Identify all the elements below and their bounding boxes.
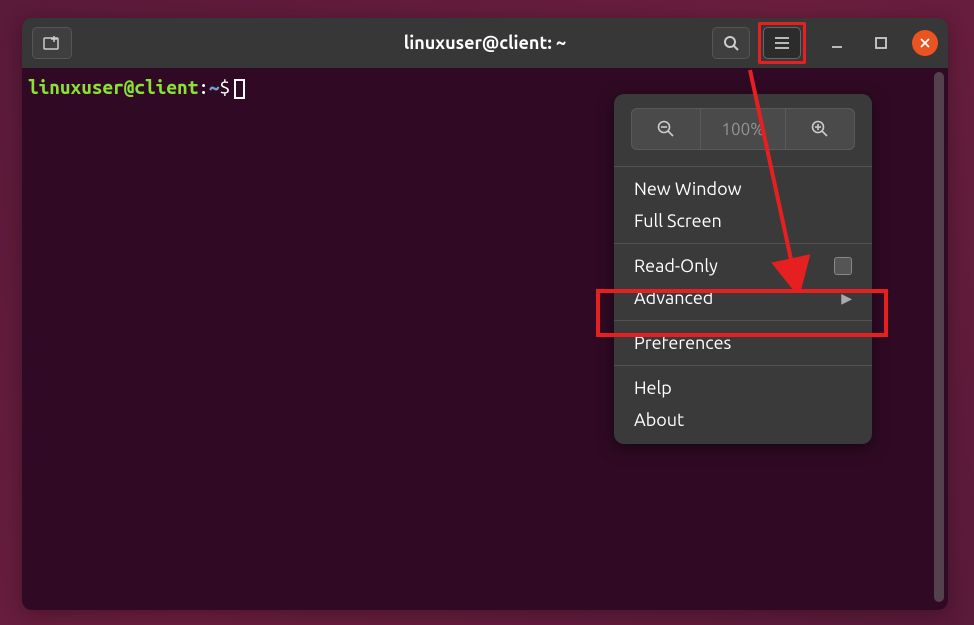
search-button[interactable] [712, 27, 750, 59]
menu-item-about[interactable]: About [614, 404, 872, 436]
menu-label-preferences: Preferences [634, 333, 731, 353]
header-right-controls [712, 22, 938, 64]
menu-divider [614, 243, 872, 244]
menu-divider [614, 365, 872, 366]
read-only-checkbox[interactable] [834, 257, 852, 275]
prompt-user-host: linuxuser@client [28, 76, 198, 98]
zoom-in-button[interactable] [785, 108, 855, 150]
minimize-button[interactable] [824, 30, 850, 56]
prompt-symbol: $ [220, 76, 231, 98]
menu-label-advanced: Advanced [634, 288, 713, 308]
menu-label-read-only: Read-Only [634, 256, 718, 276]
prompt-path: ~ [209, 76, 220, 98]
menu-label-new-window: New Window [634, 179, 742, 199]
menu-divider [614, 166, 872, 167]
minimize-icon [831, 37, 843, 49]
menu-label-help: Help [634, 378, 672, 398]
window-title: linuxuser@client: ~ [404, 33, 566, 53]
terminal-cursor [234, 79, 245, 99]
menu-item-help[interactable]: Help [614, 372, 872, 404]
hamburger-icon [775, 37, 789, 49]
terminal-scrollbar[interactable] [934, 72, 944, 602]
maximize-button[interactable] [868, 30, 894, 56]
menu-item-preferences[interactable]: Preferences [614, 327, 872, 359]
menu-label-about: About [634, 410, 684, 430]
new-tab-icon [43, 35, 61, 51]
menu-item-read-only[interactable]: Read-Only [614, 250, 872, 282]
zoom-out-icon [657, 120, 675, 138]
prompt-separator: : [198, 76, 209, 98]
menu-item-advanced[interactable]: Advanced ▶ [614, 282, 872, 314]
search-icon [723, 35, 739, 51]
menu-item-new-window[interactable]: New Window [614, 173, 872, 205]
zoom-control-row: 100% [614, 102, 872, 160]
close-icon [920, 38, 930, 48]
zoom-in-icon [811, 120, 829, 138]
hamburger-menu-button[interactable] [763, 27, 801, 59]
title-bar: linuxuser@client: ~ [22, 18, 948, 68]
menu-label-full-screen: Full Screen [634, 211, 722, 231]
hamburger-dropdown-menu: 100% New Window Full Screen Read-Only Ad… [614, 94, 872, 444]
new-tab-button[interactable] [32, 27, 72, 59]
menu-item-full-screen[interactable]: Full Screen [614, 205, 872, 237]
menu-divider [614, 320, 872, 321]
zoom-out-button[interactable] [631, 108, 701, 150]
hamburger-annotation-highlight [758, 22, 806, 64]
zoom-level-label[interactable]: 100% [701, 108, 785, 150]
chevron-right-icon: ▶ [841, 290, 852, 307]
maximize-icon [875, 37, 887, 49]
close-button[interactable] [912, 30, 938, 56]
